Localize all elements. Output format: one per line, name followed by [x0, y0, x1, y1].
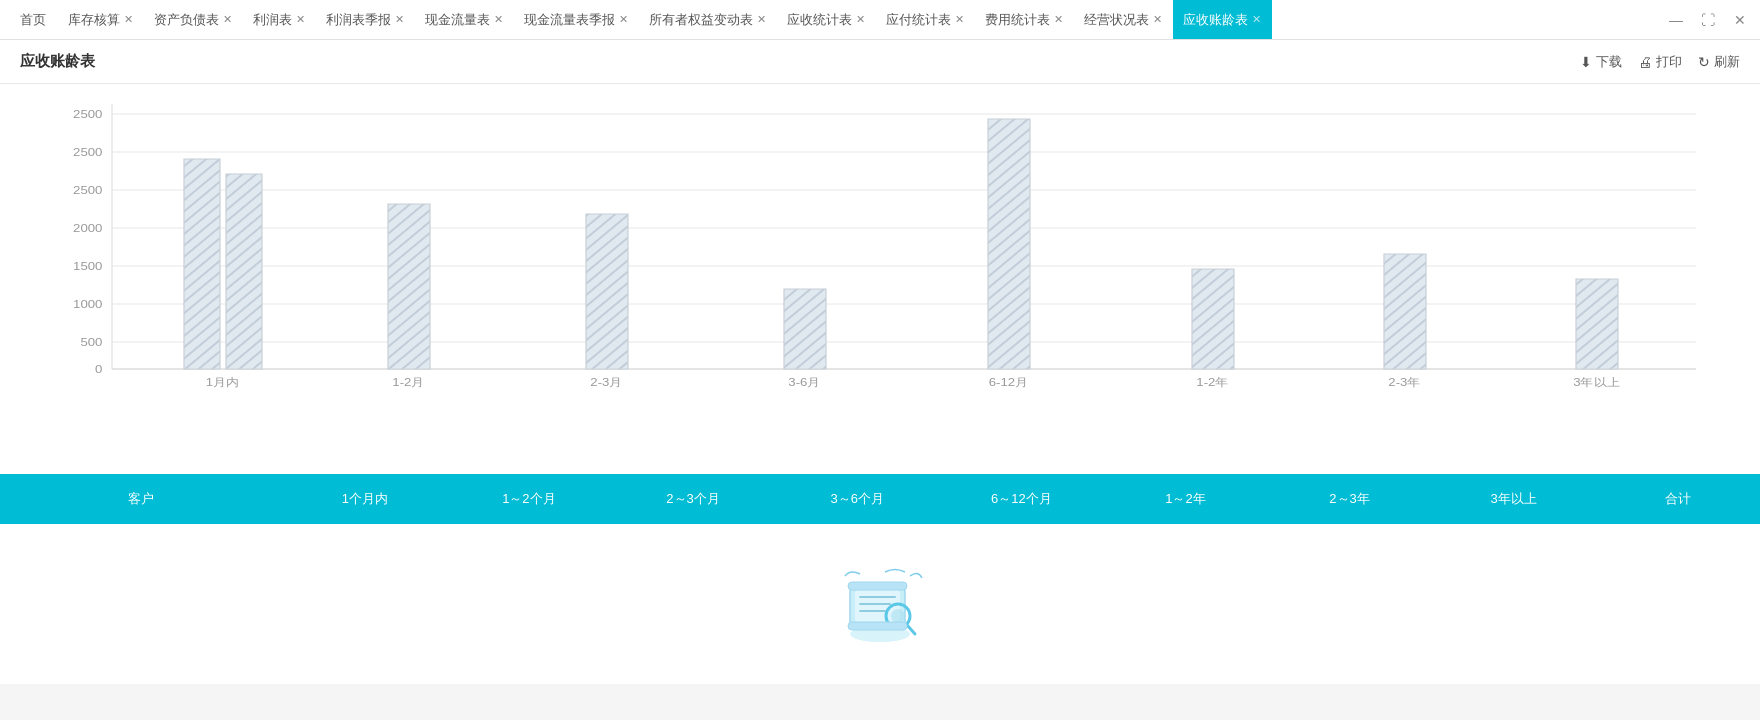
svg-rect-24: [784, 289, 826, 369]
maximize-button[interactable]: ⛶: [1696, 8, 1720, 32]
svg-point-43: [891, 609, 905, 623]
tab-equity[interactable]: 所有者权益变动表 ✕: [639, 0, 777, 40]
svg-rect-17: [184, 159, 220, 369]
svg-text:3-6月: 3-6月: [788, 376, 820, 389]
chart-area: 2500 2500 2500 2000 1500 1000 500 0 1月内 …: [0, 84, 1760, 474]
col-month2to3: 2～3个月: [611, 490, 775, 508]
tab-income[interactable]: 利润表 ✕: [243, 0, 316, 40]
close-icon[interactable]: ✕: [494, 13, 503, 26]
col-month1to2: 1～2个月: [447, 490, 611, 508]
svg-rect-18: [226, 174, 262, 369]
download-icon: ⬇: [1580, 54, 1592, 70]
print-icon: 🖨: [1638, 54, 1652, 70]
close-icon[interactable]: ✕: [296, 13, 305, 26]
bar-chart: 2500 2500 2500 2000 1500 1000 500 0 1月内 …: [40, 104, 1720, 404]
svg-rect-22: [586, 214, 628, 369]
close-button[interactable]: ✕: [1728, 8, 1752, 32]
col-total: 合计: [1596, 490, 1760, 508]
close-icon[interactable]: ✕: [223, 13, 232, 26]
tab-cashflow-quarterly[interactable]: 现金流量表季报 ✕: [514, 0, 639, 40]
svg-text:1000: 1000: [73, 298, 103, 311]
svg-text:2500: 2500: [73, 146, 103, 159]
page-title: 应收账龄表: [20, 52, 95, 71]
svg-text:1月内: 1月内: [206, 376, 239, 389]
main-content: 2500 2500 2500 2000 1500 1000 500 0 1月内 …: [0, 84, 1760, 684]
tab-ap-stat[interactable]: 应付统计表 ✕: [876, 0, 975, 40]
svg-text:2500: 2500: [73, 108, 103, 121]
svg-text:0: 0: [95, 363, 103, 376]
svg-text:2-3月: 2-3月: [590, 376, 622, 389]
download-button[interactable]: ⬇ 下载: [1580, 53, 1622, 71]
close-icon[interactable]: ✕: [1153, 13, 1162, 26]
tab-income-quarterly[interactable]: 利润表季报 ✕: [316, 0, 415, 40]
svg-text:500: 500: [80, 336, 102, 349]
tab-cashflow[interactable]: 现金流量表 ✕: [415, 0, 514, 40]
close-icon[interactable]: ✕: [124, 13, 133, 26]
close-icon[interactable]: ✕: [619, 13, 628, 26]
tab-operation[interactable]: 经营状况表 ✕: [1074, 0, 1173, 40]
svg-rect-26: [988, 119, 1030, 369]
empty-state: [0, 524, 1760, 684]
svg-text:2500: 2500: [73, 184, 103, 197]
minimize-button[interactable]: —: [1664, 8, 1688, 32]
svg-rect-32: [1576, 279, 1618, 369]
tab-home[interactable]: 首页: [8, 11, 58, 29]
refresh-icon: ↻: [1698, 54, 1710, 70]
svg-rect-45: [848, 582, 907, 590]
tab-balance-sheet[interactable]: 资产负债表 ✕: [144, 0, 243, 40]
svg-text:2-3年: 2-3年: [1388, 376, 1420, 389]
close-icon[interactable]: ✕: [1252, 13, 1261, 26]
window-controls: — ⛶ ✕: [1664, 8, 1752, 32]
table-header: 客户 1个月内 1～2个月 2～3个月 3～6个月 6～12个月 1～2年 2～…: [0, 474, 1760, 524]
svg-text:6-12月: 6-12月: [989, 376, 1028, 389]
col-month1: 1个月内: [283, 490, 447, 508]
tab-ar-stat[interactable]: 应收统计表 ✕: [777, 0, 876, 40]
col-year3plus: 3年以上: [1432, 490, 1596, 508]
header-actions: ⬇ 下载 🖨 打印 ↻ 刷新: [1580, 53, 1740, 71]
col-month3to6: 3～6个月: [775, 490, 939, 508]
svg-text:1-2年: 1-2年: [1196, 376, 1228, 389]
refresh-button[interactable]: ↻ 刷新: [1698, 53, 1740, 71]
print-button[interactable]: 🖨 打印: [1638, 53, 1682, 71]
tab-inventory[interactable]: 库存核算 ✕: [58, 0, 144, 40]
col-month6to12: 6～12个月: [939, 490, 1103, 508]
col-year2to3: 2～3年: [1268, 490, 1432, 508]
svg-rect-20: [388, 204, 430, 369]
close-icon[interactable]: ✕: [757, 13, 766, 26]
close-icon[interactable]: ✕: [856, 13, 865, 26]
tab-bar: 首页 库存核算 ✕ 资产负债表 ✕ 利润表 ✕ 利润表季报 ✕ 现金流量表 ✕ …: [0, 0, 1760, 40]
page-header: 应收账龄表 ⬇ 下载 🖨 打印 ↻ 刷新: [0, 40, 1760, 84]
close-icon[interactable]: ✕: [1054, 13, 1063, 26]
col-customer: 客户: [0, 490, 283, 508]
tab-ar-aging[interactable]: 应收账龄表 ✕: [1173, 0, 1272, 40]
svg-text:2000: 2000: [73, 222, 103, 235]
tab-expense-stat[interactable]: 费用统计表 ✕: [975, 0, 1074, 40]
svg-text:3年以上: 3年以上: [1573, 376, 1619, 389]
close-icon[interactable]: ✕: [395, 13, 404, 26]
svg-rect-28: [1192, 269, 1234, 369]
close-icon[interactable]: ✕: [955, 13, 964, 26]
empty-icon: [830, 564, 930, 644]
svg-text:1500: 1500: [73, 260, 103, 273]
col-year1to2: 1～2年: [1103, 490, 1267, 508]
svg-rect-30: [1384, 254, 1426, 369]
svg-text:1-2月: 1-2月: [392, 376, 424, 389]
svg-rect-46: [848, 622, 907, 630]
